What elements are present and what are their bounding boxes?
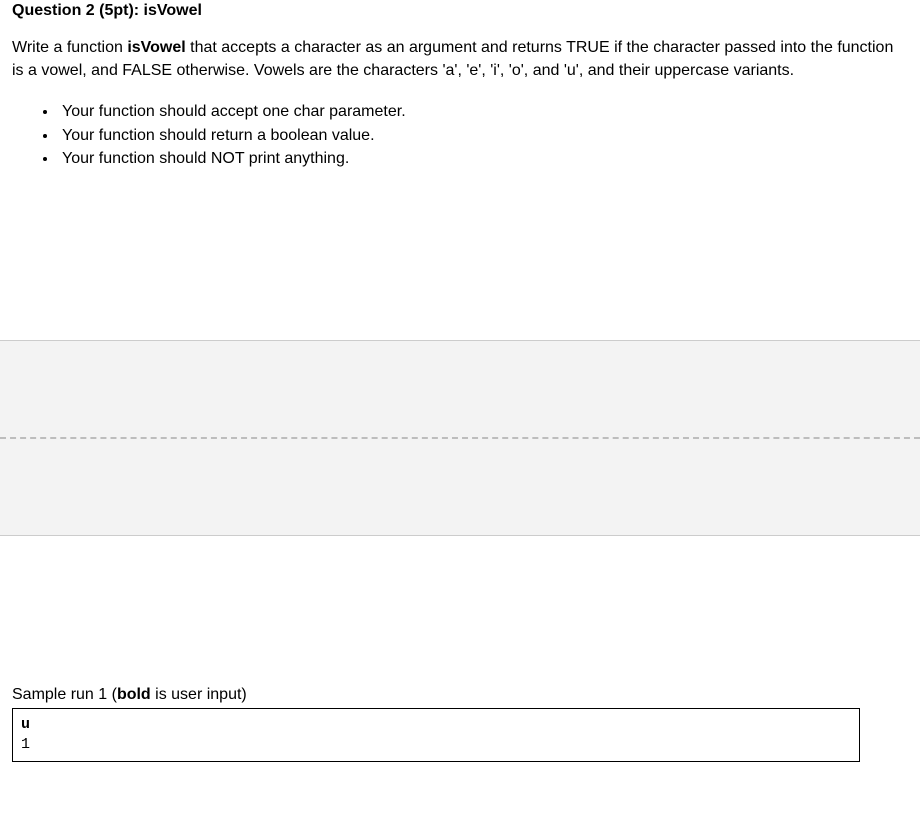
tear-line (0, 437, 920, 439)
requirements-list: Your function should accept one char par… (40, 100, 908, 170)
question-prompt: Write a function isVowel that accepts a … (12, 36, 908, 82)
requirement-item: Your function should return a boolean va… (58, 124, 908, 147)
sample-label-pre: Sample run 1 ( (12, 686, 117, 703)
sample-user-input: u (21, 715, 851, 735)
page-root: Question 2 (5pt): isVowel Write a functi… (0, 0, 920, 762)
sample-run-label: Sample run 1 (bold is user input) (12, 686, 908, 704)
sample-section: Sample run 1 (bold is user input) u 1 (0, 686, 920, 763)
sample-output: 1 (21, 735, 851, 755)
prompt-function-name: isVowel (127, 39, 185, 56)
prompt-text-pre: Write a function (12, 39, 127, 56)
requirement-item: Your function should accept one char par… (58, 100, 908, 123)
sample-label-bold: bold (117, 686, 151, 703)
sample-label-post: is user input) (151, 686, 247, 703)
requirement-item: Your function should NOT print anything. (58, 147, 908, 170)
question-heading: Question 2 (5pt): isVowel (12, 0, 908, 20)
sample-run-box: u 1 (12, 708, 860, 763)
section-divider-band (0, 340, 920, 536)
question-block: Question 2 (5pt): isVowel Write a functi… (0, 0, 920, 170)
